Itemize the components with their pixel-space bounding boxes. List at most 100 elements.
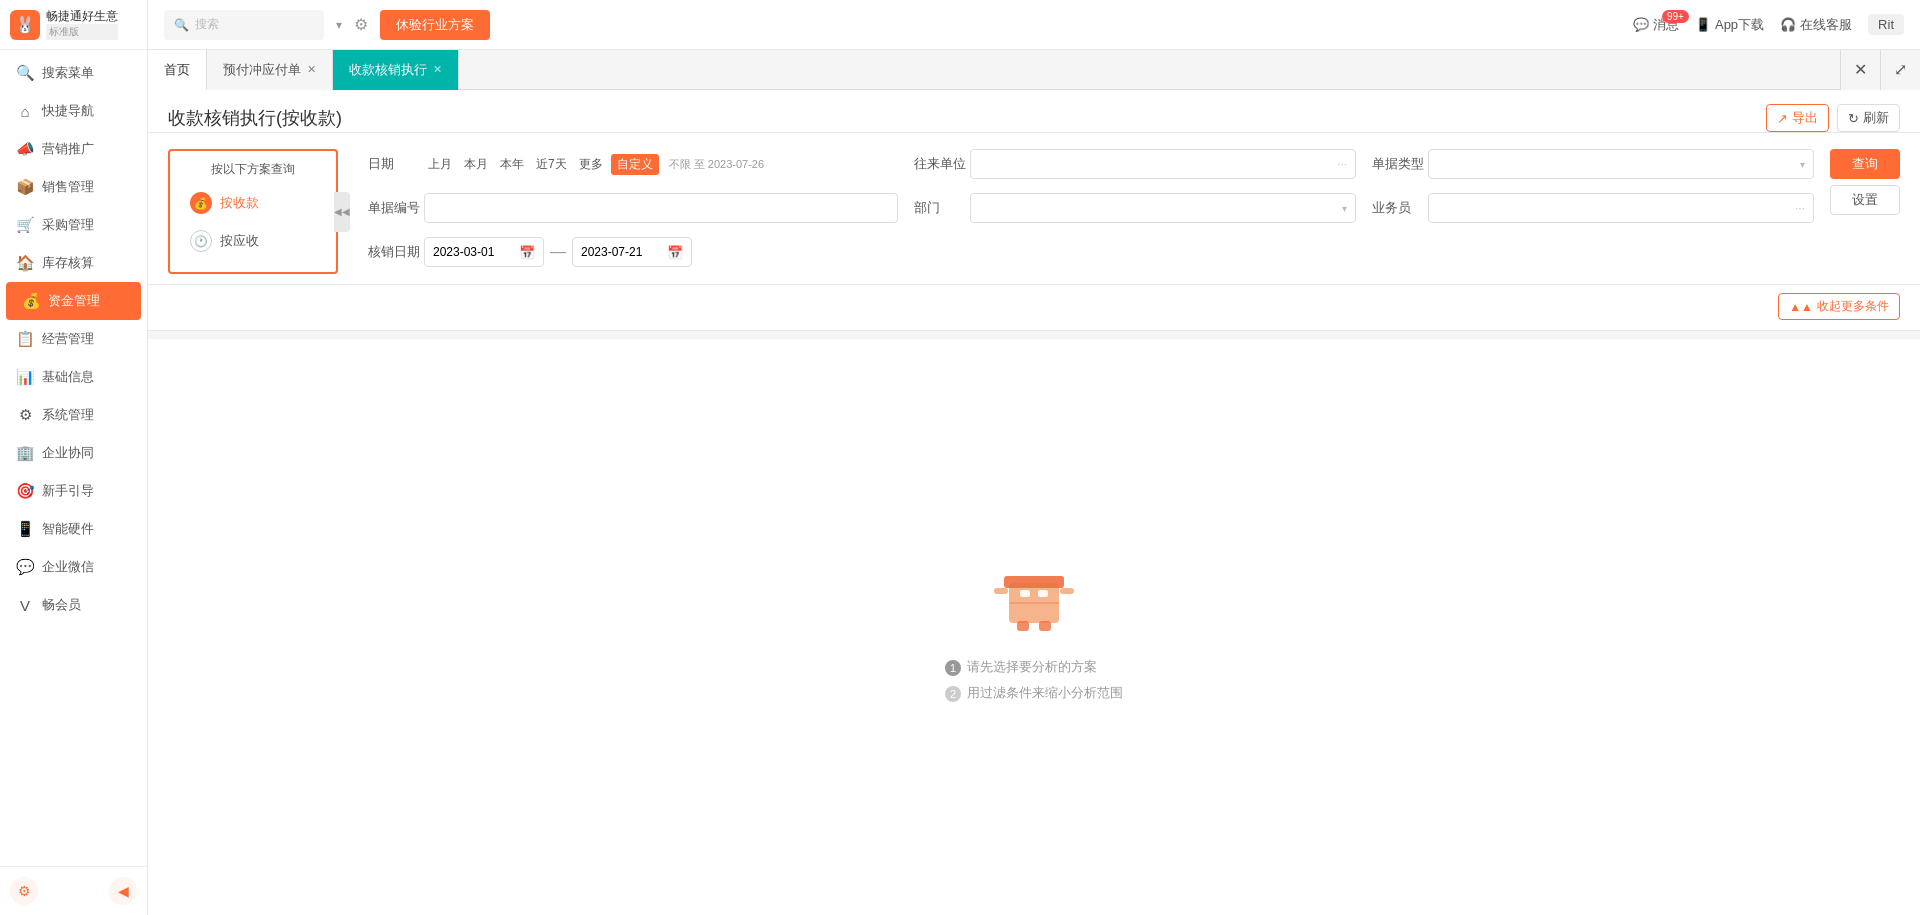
sidebar-item-funds[interactable]: 💰 资金管理	[6, 282, 141, 320]
tab-receipt-verify-close-icon[interactable]: ✕	[433, 63, 442, 76]
export-icon: ↗	[1777, 111, 1788, 126]
app-download-btn[interactable]: 📱 App下载	[1695, 16, 1764, 34]
sidebar-item-basic-info[interactable]: 📊 基础信息	[0, 358, 147, 396]
empty-hint-1: 请先选择要分析的方案	[945, 654, 1123, 680]
message-btn[interactable]: 💬 消息 99+	[1633, 16, 1679, 34]
sidebar-item-hardware[interactable]: 📱 智能硬件	[0, 510, 147, 548]
verify-date-end-input[interactable]: 2023-07-21 📅	[572, 237, 692, 267]
svg-rect-5	[994, 588, 1008, 594]
filter-row-2: 单据编号 部门 ▾	[368, 193, 1814, 223]
by-receipt-icon: 💰	[190, 192, 212, 214]
collapse-more-btn[interactable]: ▲▲ 收起更多条件	[1778, 293, 1900, 320]
filter-container: 按以下方案查询 💰 按收款 🕐 按应收 ◀◀	[148, 133, 1920, 285]
sidebar-item-quick-nav[interactable]: ⌂ 快捷导航	[0, 92, 147, 130]
svg-rect-3	[1038, 590, 1048, 597]
verify-date-start-input[interactable]: 2023-03-01 📅	[424, 237, 544, 267]
employee-dots[interactable]: ···	[1795, 201, 1805, 215]
gear-icon[interactable]: ⚙	[354, 15, 368, 34]
sidebar-item-purchase[interactable]: 🛒 采购管理	[0, 206, 147, 244]
date-tab-this-year[interactable]: 本年	[496, 154, 528, 175]
verify-date-label: 核销日期	[368, 243, 418, 261]
close-tab-btn[interactable]: ✕	[1840, 50, 1880, 90]
dept-arrow-icon: ▾	[1342, 203, 1347, 214]
system-label: 系统管理	[42, 406, 94, 424]
message-badge: 99+	[1662, 10, 1689, 23]
counterparty-dots[interactable]: ···	[1337, 157, 1347, 171]
doc-type-select[interactable]: ▾	[1428, 149, 1814, 179]
user-btn[interactable]: Rit	[1868, 14, 1904, 35]
date-unlimited-text: 不限 至 2023-07-26	[669, 157, 764, 172]
search-placeholder: 搜索	[195, 16, 219, 33]
tab-receipt-verify-label: 收款核销执行	[349, 61, 427, 79]
doc-type-arrow-icon: ▾	[1800, 159, 1805, 170]
sidebar-item-system[interactable]: ⚙ 系统管理	[0, 396, 147, 434]
service-label: 在线客服	[1800, 16, 1852, 34]
date-tab-last-7-days[interactable]: 近7天	[532, 154, 571, 175]
date-tab-last-month[interactable]: 上月	[424, 154, 456, 175]
tab-receipt-verify[interactable]: 收款核销执行 ✕	[333, 50, 459, 90]
doc-no-group: 单据编号	[368, 193, 898, 223]
svg-rect-6	[1060, 588, 1074, 594]
logo-tag: 标准版	[46, 24, 118, 40]
doc-type-label: 单据类型	[1372, 155, 1422, 173]
tab-home[interactable]: 首页	[148, 50, 207, 90]
sidebar-menu: 🔍 搜索菜单 ⌂ 快捷导航 📣 营销推广 📦 销售管理 🛒 采购管理 🏠 库存核…	[0, 50, 147, 866]
query-type-by-receivable[interactable]: 🕐 按应收	[180, 224, 326, 258]
sidebar-item-enterprise[interactable]: 🏢 企业协同	[0, 434, 147, 472]
query-type-by-receipt[interactable]: 💰 按收款	[180, 186, 326, 220]
verify-date-end-cal-icon[interactable]: 📅	[667, 245, 683, 260]
query-type-panel: 按以下方案查询 💰 按收款 🕐 按应收 ◀◀	[168, 149, 338, 274]
tab-prepay[interactable]: 预付冲应付单 ✕	[207, 50, 333, 90]
sales-label: 销售管理	[42, 178, 94, 196]
employee-input[interactable]: ···	[1428, 193, 1814, 223]
employee-field[interactable]	[1437, 201, 1795, 215]
doc-no-input[interactable]	[424, 193, 898, 223]
query-btn[interactable]: 查询	[1830, 149, 1900, 179]
operations-icon: 📋	[16, 330, 34, 348]
doc-no-field[interactable]	[433, 201, 889, 215]
sidebar-item-sales[interactable]: 📦 销售管理	[0, 168, 147, 206]
hardware-label: 智能硬件	[42, 520, 94, 538]
tab-prepay-close-icon[interactable]: ✕	[307, 63, 316, 76]
counterparty-input[interactable]: ···	[970, 149, 1356, 179]
plan-btn[interactable]: 休验行业方案	[380, 10, 490, 40]
sidebar-item-wechat[interactable]: 💬 企业微信	[0, 548, 147, 586]
sidebar-item-search[interactable]: 🔍 搜索菜单	[0, 54, 147, 92]
sidebar-item-marketing[interactable]: 📣 营销推广	[0, 130, 147, 168]
sidebar-item-member[interactable]: V 畅会员	[0, 586, 147, 624]
sidebar-item-inventory[interactable]: 🏠 库存核算	[0, 244, 147, 282]
expand-tab-btn[interactable]: ⤢	[1880, 50, 1920, 90]
member-icon: V	[16, 597, 34, 614]
verify-date-group: 核销日期 2023-03-01 📅 — 2023-07-21 📅	[368, 237, 692, 267]
date-tab-more[interactable]: 更多	[575, 154, 607, 175]
verify-date-start-cal-icon[interactable]: 📅	[519, 245, 535, 260]
by-receivable-icon: 🕐	[190, 230, 212, 252]
sidebar-item-guide[interactable]: 🎯 新手引导	[0, 472, 147, 510]
main-area: 🔍 搜索 ▾ ⚙ 休验行业方案 💬 消息 99+ 📱 App下载 🎧 在线客服 …	[148, 0, 1920, 915]
page-header: 收款核销执行(按收款) ↗ 导出 ↻ 刷新	[148, 90, 1920, 133]
settings-footer-btn[interactable]: ⚙	[10, 877, 38, 905]
date-tab-custom[interactable]: 自定义	[611, 154, 659, 175]
filter-row-3: 核销日期 2023-03-01 📅 — 2023-07-21 📅	[368, 237, 1814, 267]
wechat-label: 企业微信	[42, 558, 94, 576]
collapse-panel-btn[interactable]: ◀◀	[334, 192, 350, 232]
refresh-btn[interactable]: ↻ 刷新	[1837, 104, 1900, 132]
online-service-btn[interactable]: 🎧 在线客服	[1780, 16, 1852, 34]
dept-select[interactable]: ▾	[970, 193, 1356, 223]
by-receipt-label: 按收款	[220, 194, 259, 212]
quick-nav-label: 快捷导航	[42, 102, 94, 120]
sidebar-item-operations[interactable]: 📋 经营管理	[0, 320, 147, 358]
range-separator: —	[550, 243, 566, 261]
marketing-label: 营销推广	[42, 140, 94, 158]
collapse-sidebar-btn[interactable]: ◀	[109, 877, 137, 905]
member-label: 畅会员	[42, 596, 81, 614]
dropdown-arrow-icon[interactable]: ▾	[336, 18, 342, 32]
export-btn[interactable]: ↗ 导出	[1766, 104, 1829, 132]
counterparty-field[interactable]	[979, 157, 1337, 171]
svg-rect-7	[1017, 621, 1029, 631]
message-icon: 💬	[1633, 17, 1649, 32]
date-tab-this-month[interactable]: 本月	[460, 154, 492, 175]
search-label: 搜索菜单	[42, 64, 94, 82]
topbar-search[interactable]: 🔍 搜索	[164, 10, 324, 40]
setting-btn[interactable]: 设置	[1830, 185, 1900, 215]
